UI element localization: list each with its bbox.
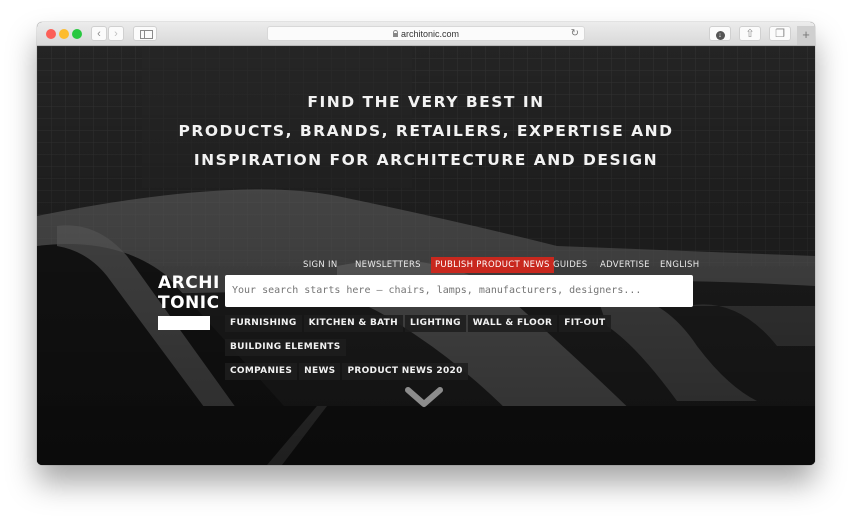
category-lighting[interactable]: LIGHTING bbox=[404, 315, 466, 332]
category-furnishing[interactable]: FURNISHING bbox=[225, 315, 302, 332]
chevron-left-icon: ‹ bbox=[97, 28, 101, 40]
category-kitchen-bath[interactable]: KITCHEN & BATH bbox=[303, 315, 403, 332]
chevron-right-icon: › bbox=[114, 28, 118, 40]
tabs-icon: ❐ bbox=[775, 28, 785, 40]
sidebar-icon bbox=[140, 30, 153, 39]
downloads-button[interactable]: ↓ bbox=[709, 26, 731, 41]
hero-line-2: PRODUCTS, BRANDS, RETAILERS, EXPERTISE A… bbox=[178, 122, 674, 140]
reload-icon[interactable]: ↻ bbox=[571, 27, 579, 41]
hero-line-1: FIND THE VERY BEST IN bbox=[307, 93, 545, 111]
category-product-news-2020[interactable]: PRODUCT NEWS 2020 bbox=[342, 363, 468, 380]
share-icon: ⇧ bbox=[745, 28, 755, 40]
zoom-window-button[interactable] bbox=[72, 29, 82, 39]
search-input[interactable] bbox=[225, 275, 693, 307]
category-news[interactable]: NEWS bbox=[299, 363, 341, 380]
language-selector[interactable]: ENGLISH bbox=[660, 257, 699, 273]
publish-product-news-button[interactable]: PUBLISH PRODUCT NEWS bbox=[431, 257, 554, 273]
newsletters-link[interactable]: NEWSLETTERS bbox=[355, 257, 421, 273]
category-list: FURNISHING KITCHEN & BATH LIGHTING WALL & F… bbox=[225, 312, 695, 384]
logo-line-2: TONIC bbox=[158, 293, 220, 313]
share-button[interactable]: ⇧ bbox=[739, 26, 761, 41]
browser-toolbar: ‹ › architonic.com ↻ ↓ ⇧ ❐ + bbox=[37, 22, 815, 46]
sidebar-toggle-button[interactable] bbox=[133, 26, 157, 41]
hero-heading: FIND THE VERY BEST IN PRODUCTS, BRANDS, … bbox=[37, 88, 815, 175]
browser-window: ‹ › architonic.com ↻ ↓ ⇧ ❐ + FIND THE VE… bbox=[37, 22, 815, 465]
forward-button[interactable]: › bbox=[108, 26, 124, 41]
category-fit-out[interactable]: FIT-OUT bbox=[559, 315, 611, 332]
lock-icon bbox=[392, 30, 398, 37]
architonic-logo[interactable]: ARCHI TONIC bbox=[158, 273, 220, 313]
show-tabs-button[interactable]: ❐ bbox=[769, 26, 791, 41]
minimize-window-button[interactable] bbox=[59, 29, 69, 39]
top-navigation: SIGN IN NEWSLETTERS PUBLISH PRODUCT NEWS… bbox=[37, 257, 815, 273]
back-button[interactable]: ‹ bbox=[91, 26, 107, 41]
page-content: FIND THE VERY BEST IN PRODUCTS, BRANDS, … bbox=[37, 46, 815, 465]
download-icon: ↓ bbox=[715, 31, 725, 40]
address-bar[interactable]: architonic.com ↻ bbox=[267, 26, 585, 41]
logo-bar bbox=[158, 316, 210, 330]
advertise-link[interactable]: ADVERTISE bbox=[600, 257, 650, 273]
url-text: architonic.com bbox=[400, 29, 460, 39]
new-tab-button[interactable]: + bbox=[797, 26, 815, 45]
guides-link[interactable]: GUIDES bbox=[553, 257, 587, 273]
scroll-down-chevron-icon[interactable] bbox=[404, 386, 444, 410]
close-window-button[interactable] bbox=[46, 29, 56, 39]
category-building-elements[interactable]: BUILDING ELEMENTS bbox=[225, 339, 346, 356]
logo-line-1: ARCHI bbox=[158, 273, 220, 293]
category-wall-floor[interactable]: WALL & FLOOR bbox=[467, 315, 558, 332]
sign-in-link[interactable]: SIGN IN bbox=[303, 257, 338, 273]
hero-line-3: INSPIRATION FOR ARCHITECTURE AND DESIGN bbox=[193, 151, 659, 169]
category-companies[interactable]: COMPANIES bbox=[225, 363, 298, 380]
